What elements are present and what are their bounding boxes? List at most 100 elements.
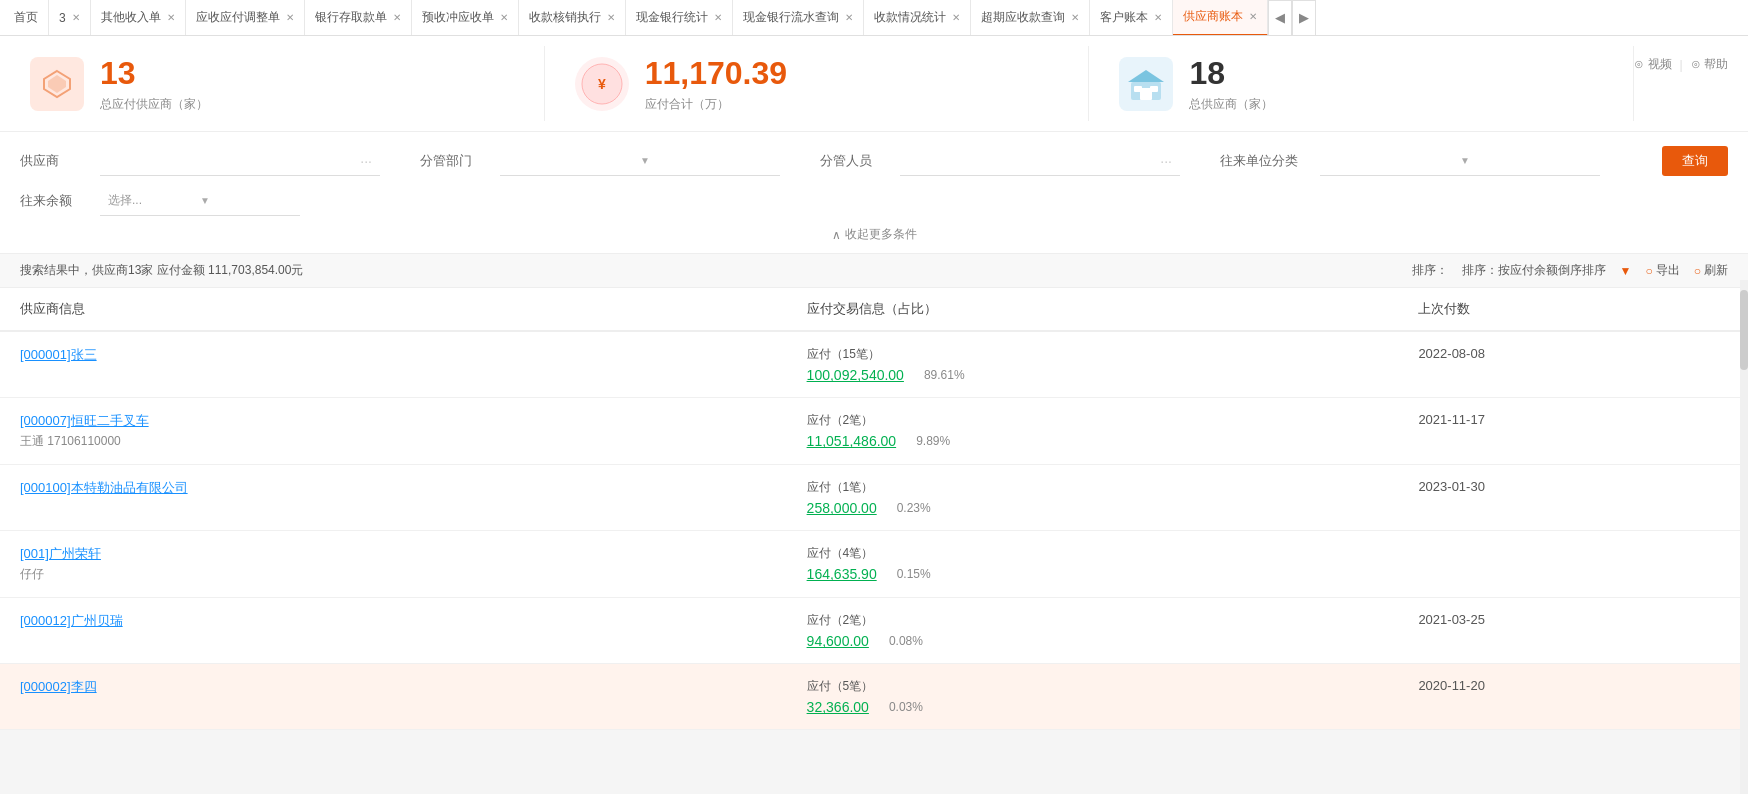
trans-percentage: 9.89% <box>916 434 950 448</box>
scrollbar[interactable] <box>1740 280 1748 730</box>
stat-payable-suppliers: 13 总应付供应商（家） <box>0 46 545 121</box>
help-link[interactable]: ⊙ 帮助 <box>1691 56 1728 73</box>
close-icon[interactable]: ✕ <box>286 12 294 23</box>
category-select[interactable]: ▼ <box>1320 146 1600 176</box>
nav-tab-receipt[interactable]: 收款核销执行 ✕ <box>519 0 626 36</box>
close-icon[interactable]: ✕ <box>167 12 175 23</box>
supplier-link[interactable]: [000002]李四 <box>20 679 97 694</box>
supplier-link[interactable]: [000001]张三 <box>20 347 97 362</box>
collapse-up-icon: ∧ <box>832 228 841 242</box>
refresh-icon: ○ <box>1694 264 1701 278</box>
person-dots-icon[interactable]: ··· <box>1160 153 1172 169</box>
filter-row-1: 供应商 ··· 分管部门 ▼ 分管人员 ··· 往来单位分类 ▼ 查询 <box>20 146 1728 176</box>
nav-tab-customer-ledger[interactable]: 客户账本 ✕ <box>1090 0 1173 36</box>
trans-amount[interactable]: 11,051,486.00 <box>807 433 897 449</box>
top-navigation: 首页 3 ✕ 其他收入单 ✕ 应收应付调整单 ✕ 银行存取款单 ✕ 预收冲应收单… <box>0 0 1748 36</box>
person-input-wrapper[interactable]: ··· <box>900 146 1180 176</box>
close-icon[interactable]: ✕ <box>1154 12 1162 23</box>
stat-total-content: 11,170.39 应付合计（万） <box>645 54 787 113</box>
payable-suppliers-number: 13 <box>100 54 208 92</box>
close-icon[interactable]: ✕ <box>1249 11 1257 22</box>
refresh-button[interactable]: ○ 刷新 <box>1694 262 1728 279</box>
close-icon[interactable]: ✕ <box>1071 12 1079 23</box>
table-row: [000012]广州贝瑞应付（2笔）94,600.000.08%2021-03-… <box>0 598 1748 664</box>
trans-amount[interactable]: 164,635.90 <box>807 566 877 582</box>
supplier-input[interactable] <box>108 154 360 168</box>
close-icon[interactable]: ✕ <box>72 12 80 23</box>
supplier-info-cell: [000012]广州贝瑞 <box>0 598 787 664</box>
last-payment-cell: 2020-11-20 <box>1398 664 1748 730</box>
trans-amount[interactable]: 258,000.00 <box>807 500 877 516</box>
nav-tab-cash-flow[interactable]: 现金银行流水查询 ✕ <box>733 0 864 36</box>
table-row: [001]广州荣轩仔仔应付（4笔）164,635.900.15% <box>0 531 1748 598</box>
close-icon[interactable]: ✕ <box>393 12 401 23</box>
person-input[interactable] <box>908 154 1160 168</box>
supplier-table: 供应商信息 应付交易信息（占比） 上次付数 [000001]张三应付（15笔）1… <box>0 288 1748 730</box>
supplier-input-wrapper[interactable]: ··· <box>100 146 380 176</box>
trans-percentage: 89.61% <box>924 368 965 382</box>
supplier-sub-info: 王通 17106110000 <box>20 433 767 450</box>
dept-label: 分管部门 <box>420 152 500 170</box>
sort-dropdown-icon[interactable]: ▼ <box>1620 264 1632 278</box>
supplier-link[interactable]: [000007]恒旺二手叉车 <box>20 413 149 428</box>
close-icon[interactable]: ✕ <box>500 12 508 23</box>
supplier-sub-info: 仔仔 <box>20 566 767 583</box>
svg-marker-1 <box>48 75 66 93</box>
trans-amount[interactable]: 32,366.00 <box>807 699 869 715</box>
close-icon[interactable]: ✕ <box>714 12 722 23</box>
scroll-thumb[interactable] <box>1740 290 1748 370</box>
trans-label: 应付（2笔） <box>807 612 1379 629</box>
filter-row-2: 往来余额 选择... ▼ <box>20 186 1728 216</box>
nav-tab-home[interactable]: 首页 <box>4 0 49 36</box>
table-row: [000001]张三应付（15笔）100,092,540.0089.61%202… <box>0 331 1748 398</box>
category-dropdown-icon: ▼ <box>1460 155 1592 166</box>
video-link[interactable]: ⊙ 视频 <box>1634 56 1671 73</box>
nav-tab-other-income[interactable]: 其他收入单 ✕ <box>91 0 186 36</box>
transaction-info-cell: 应付（15笔）100,092,540.0089.61% <box>787 331 1399 398</box>
supplier-link[interactable]: [001]广州荣轩 <box>20 546 101 561</box>
supplier-link[interactable]: [000012]广州贝瑞 <box>20 613 123 628</box>
supplier-link[interactable]: [000100]本特勒油品有限公司 <box>20 480 188 495</box>
nav-tab-ar-adjustment[interactable]: 应收应付调整单 ✕ <box>186 0 305 36</box>
close-icon[interactable]: ✕ <box>952 12 960 23</box>
supplier-dots-icon[interactable]: ··· <box>360 153 372 169</box>
results-bar: 搜索结果中，供应商13家 应付金额 111,703,854.00元 排序： 排序… <box>0 254 1748 288</box>
nav-tab-bank-deposit[interactable]: 银行存取款单 ✕ <box>305 0 412 36</box>
close-icon[interactable]: ✕ <box>845 12 853 23</box>
nav-tab-supplier-ledger[interactable]: 供应商账本 ✕ <box>1173 0 1268 36</box>
export-button[interactable]: ○ 导出 <box>1646 262 1680 279</box>
balance-select[interactable]: 选择... ▼ <box>100 186 300 216</box>
svg-text:¥: ¥ <box>598 76 606 92</box>
collapse-button[interactable]: ∧ 收起更多条件 <box>20 226 1728 243</box>
query-button[interactable]: 查询 <box>1662 146 1728 176</box>
balance-dropdown-icon: ▼ <box>200 195 292 206</box>
trans-label: 应付（5笔） <box>807 678 1379 695</box>
refresh-label: 刷新 <box>1704 262 1728 279</box>
trans-amount[interactable]: 100,092,540.00 <box>807 367 904 383</box>
trans-label: 应付（2笔） <box>807 412 1379 429</box>
stat-total-payable: ¥ 11,170.39 应付合计（万） <box>545 46 1090 121</box>
trans-percentage: 0.08% <box>889 634 923 648</box>
dept-dropdown-icon: ▼ <box>640 155 772 166</box>
nav-next-arrow[interactable]: ▶ <box>1292 0 1316 36</box>
transaction-info-cell: 应付（4笔）164,635.900.15% <box>787 531 1399 598</box>
total-payable-number: 11,170.39 <box>645 54 787 92</box>
nav-tab-3[interactable]: 3 ✕ <box>49 0 91 36</box>
close-icon[interactable]: ✕ <box>607 12 615 23</box>
trans-amount[interactable]: 94,600.00 <box>807 633 869 649</box>
nav-tab-receipt-stat[interactable]: 收款情况统计 ✕ <box>864 0 971 36</box>
trans-percentage: 0.03% <box>889 700 923 714</box>
nav-tab-cash-stat[interactable]: 现金银行统计 ✕ <box>626 0 733 36</box>
stats-bar: 13 总应付供应商（家） ¥ 11,170.39 应付合计（万） <box>0 36 1748 132</box>
filter-area: 供应商 ··· 分管部门 ▼ 分管人员 ··· 往来单位分类 ▼ 查询 往来余额 <box>0 132 1748 254</box>
svg-rect-8 <box>1150 86 1158 92</box>
dept-select[interactable]: ▼ <box>500 146 780 176</box>
nav-tab-overdue[interactable]: 超期应收款查询 ✕ <box>971 0 1090 36</box>
supplier-info-cell: [001]广州荣轩仔仔 <box>0 531 787 598</box>
nav-prev-arrow[interactable]: ◀ <box>1268 0 1292 36</box>
supplier-info-cell: [000001]张三 <box>0 331 787 398</box>
export-label: 导出 <box>1656 262 1680 279</box>
collapse-label: 收起更多条件 <box>845 226 917 243</box>
nav-tab-prepay[interactable]: 预收冲应收单 ✕ <box>412 0 519 36</box>
sort-select[interactable]: 排序：按应付余额倒序排序 <box>1462 262 1606 279</box>
